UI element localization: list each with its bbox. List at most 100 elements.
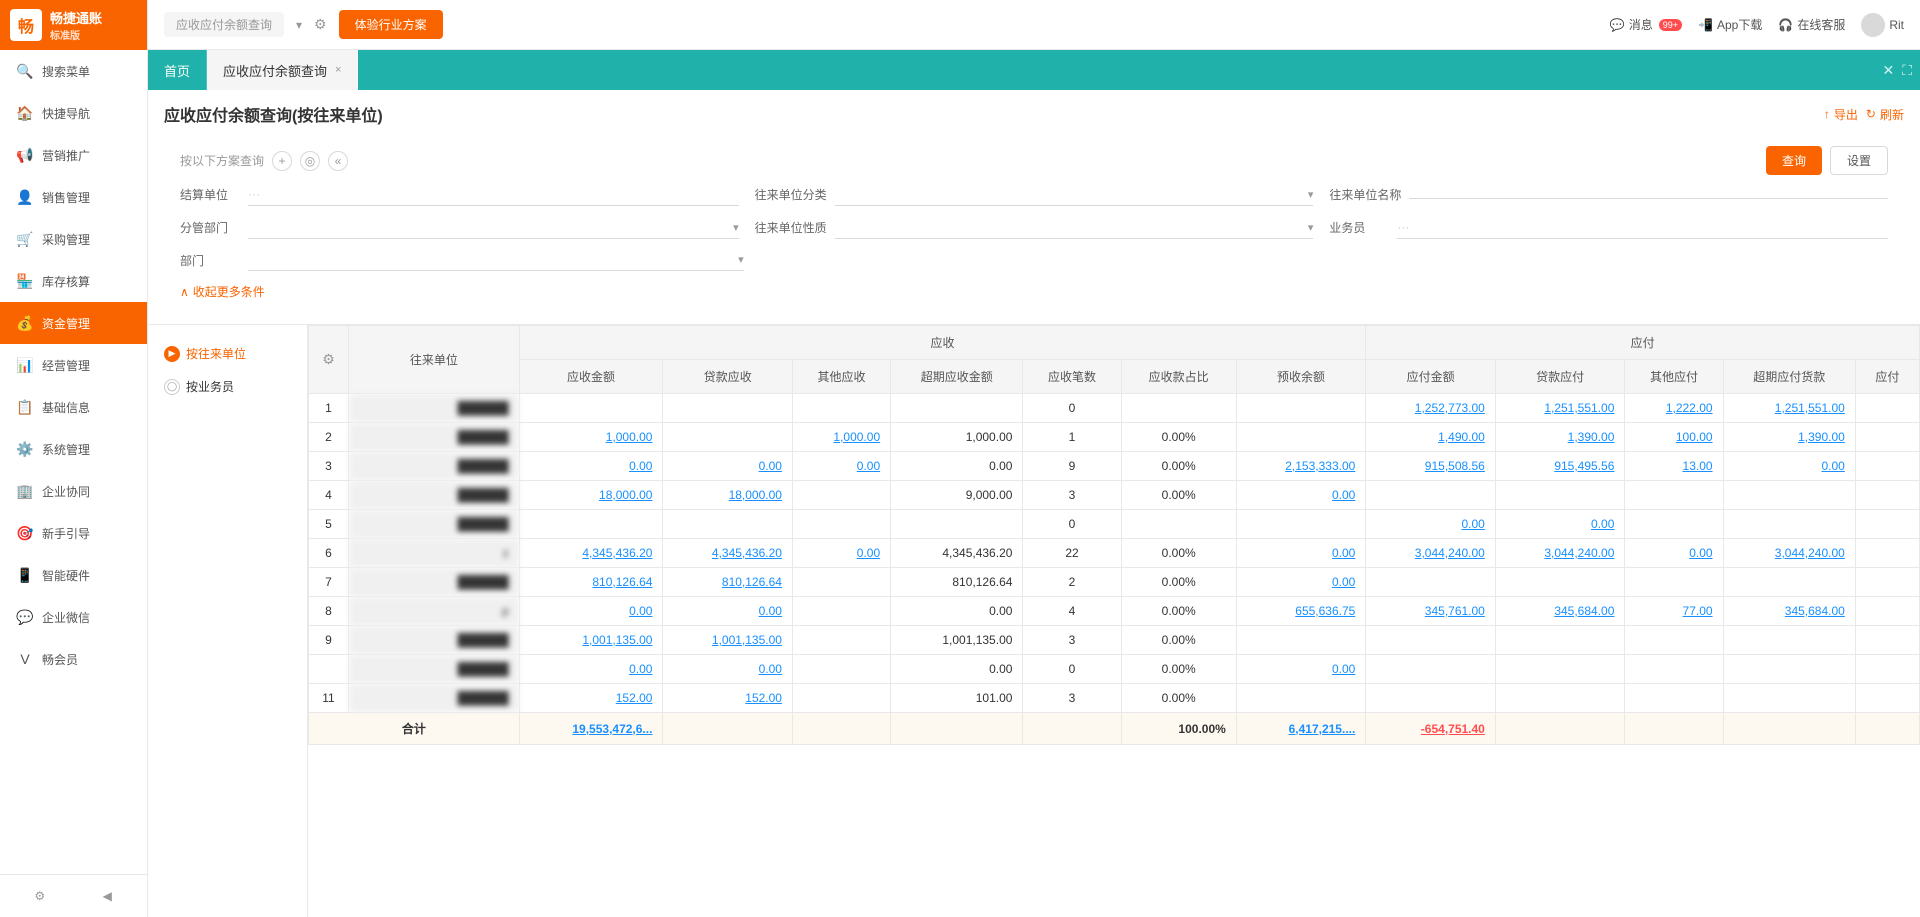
partner-name-cell: p [349, 597, 520, 626]
filter-group-partner-name: 往来单位名称 [1329, 186, 1888, 203]
filter-label: 按以下方案查询 + ◎ « 查询 设置 [180, 146, 1888, 175]
message-btn[interactable]: 💬 消息 99+ [1610, 16, 1682, 33]
sidebar-item-purchase[interactable]: 🛒 采购管理 [0, 218, 147, 260]
logo-icon: 畅 [10, 9, 42, 41]
total-receivable-amount[interactable]: 19,553,472,6... [519, 713, 663, 745]
table-row: 1██████01,252,773.001,251,551.001,222.00… [309, 394, 1920, 423]
tab-home[interactable]: 首页 [148, 50, 207, 90]
th-loan-receivable: 贷款应收 [663, 360, 793, 394]
th-other-payable: 其他应付 [1625, 360, 1723, 394]
th-receivable-group: 应收 [519, 326, 1366, 360]
sidebar-item-wechat[interactable]: 💬 企业微信 [0, 596, 147, 638]
filter-row-2: 分管部门 ▾ 往来单位性质 ▾ 业务员 [180, 216, 1888, 239]
sidebar-bottom: ⚙ ◀ [0, 874, 147, 917]
th-other-receivable: 其他应收 [792, 360, 890, 394]
partner-name-cell: ██████ [349, 568, 520, 597]
online-service-btn[interactable]: 🎧 在线客服 [1778, 16, 1845, 33]
th-loan-payable: 贷款应付 [1495, 360, 1625, 394]
sidebar-item-quick-nav[interactable]: 🏠 快捷导航 [0, 92, 147, 134]
solution-btn[interactable]: 体验行业方案 [339, 10, 443, 39]
dept-manager-select[interactable]: ▾ [248, 217, 739, 239]
table-area: ⚙ 往来单位 应收 应付 [308, 325, 1920, 917]
home-icon: 🏠 [16, 104, 34, 122]
total-label-cell: 合计 [309, 713, 520, 745]
sidebar-item-newbie[interactable]: 🎯 新手引导 [0, 512, 147, 554]
export-btn[interactable]: ↑ 导出 [1824, 106, 1858, 123]
th-receivable-ratio: 应收款占比 [1121, 360, 1236, 394]
query-btn[interactable]: 查询 [1766, 146, 1822, 175]
username: Rit [1889, 18, 1904, 32]
topbar-gear-btn[interactable]: ⚙ [314, 16, 327, 33]
refresh-btn[interactable]: ↻ 刷新 [1866, 106, 1904, 123]
total-prepaid-balance[interactable]: 6,417,215.... [1236, 713, 1366, 745]
sidebar-collapse-btn[interactable]: ◀ [76, 883, 140, 909]
settings-btn[interactable]: 设置 [1830, 146, 1888, 175]
th-settings[interactable]: ⚙ [309, 326, 349, 394]
tab-close-window-btn[interactable]: ✕ [1882, 62, 1894, 79]
sidebar-item-inventory[interactable]: 🏪 库存核算 [0, 260, 147, 302]
partner-name-cell: ██████ [349, 481, 520, 510]
left-panel-item-by-salesman[interactable]: ◯ 按业务员 [148, 370, 307, 403]
table-row: ██████0.000.000.0000.00%0.00 [309, 655, 1920, 684]
partner-name-cell: ██████ [349, 452, 520, 481]
department-select[interactable]: ▾ [248, 249, 744, 271]
export-icon: ↑ [1824, 107, 1830, 121]
sidebar-item-vip[interactable]: V 畅会员 [0, 638, 147, 680]
sidebar-item-sales[interactable]: 👤 销售管理 [0, 176, 147, 218]
sidebar-item-enterprise[interactable]: 🏢 企业协同 [0, 470, 147, 512]
table-row: 9██████1,001,135.001,001,135.001,001,135… [309, 626, 1920, 655]
th-payable-extra: 应付 [1855, 360, 1919, 394]
system-icon: ⚙️ [16, 440, 34, 458]
sidebar: 畅 畅捷通账 标准版 🔍 搜索菜单 🏠 快捷导航 📢 营销推广 👤 销售管理 🛒… [0, 0, 148, 917]
tab-maximize-btn[interactable]: ⛶ [1902, 62, 1912, 79]
topbar-title: 应收应付余额查询 [164, 12, 284, 37]
salesman-input[interactable]: ··· [1397, 216, 1888, 239]
sidebar-item-marketing[interactable]: 📢 营销推广 [0, 134, 147, 176]
sidebar-item-base-info[interactable]: 📋 基础信息 [0, 386, 147, 428]
sidebar-item-operations[interactable]: 📊 经营管理 [0, 344, 147, 386]
partner-name-input[interactable] [1409, 190, 1888, 199]
collapse-more-btn[interactable]: ∧ 收起更多条件 [180, 277, 1888, 306]
page-actions: ↑ 导出 ↻ 刷新 [1824, 106, 1904, 123]
refresh-icon: ↻ [1866, 107, 1876, 121]
logo-main-text: 畅捷通账 [50, 8, 102, 27]
filter-rows: 结算单位 ··· 往来单位分类 ▾ 往来单位名称 [180, 183, 1888, 271]
sidebar-item-smart-hw[interactable]: 📱 智能硬件 [0, 554, 147, 596]
sidebar-item-search-menu[interactable]: 🔍 搜索菜单 [0, 50, 147, 92]
topbar: 应收应付余额查询 ▾ ⚙ 体验行业方案 💬 消息 99+ 📲 App下载 🎧 在… [148, 0, 1920, 50]
topbar-actions: 💬 消息 99+ 📲 App下载 🎧 在线客服 Rit [1610, 13, 1904, 37]
filter-add-btn[interactable]: + [272, 151, 292, 171]
enterprise-icon: 🏢 [16, 482, 34, 500]
sidebar-item-finance[interactable]: 💰 资金管理 [0, 302, 147, 344]
filter-config-btn[interactable]: ◎ [300, 151, 320, 171]
total-payable-amount[interactable]: -654,751.40 [1366, 713, 1496, 745]
topbar-dropdown-btn[interactable]: ▾ [296, 18, 302, 32]
partner-nature-select[interactable]: ▾ [835, 217, 1314, 239]
table-row: 3██████0.000.000.000.0090.00%2,153,333.0… [309, 452, 1920, 481]
tab-active[interactable]: 应收应付余额查询 × [207, 50, 358, 90]
th-prepaid-balance: 预收余额 [1236, 360, 1366, 394]
filter-collapse-left-btn[interactable]: « [328, 151, 348, 171]
page-title: 应收应付余额查询(按往来单位) [164, 102, 383, 126]
total-receivable-ratio: 100.00% [1121, 713, 1236, 745]
partner-name-cell: ██████ [349, 394, 520, 423]
table-row: 2██████1,000.001,000.001,000.0010.00%1,4… [309, 423, 1920, 452]
filter-group-partner-nature: 往来单位性质 ▾ [755, 217, 1314, 239]
sidebar-settings-btn[interactable]: ⚙ [8, 883, 72, 909]
tab-close-btn[interactable]: × [335, 64, 341, 76]
table-row: 8p0.000.000.0040.00%655,636.75345,761.00… [309, 597, 1920, 626]
partner-category-select[interactable]: ▾ [835, 184, 1314, 206]
search-icon: 🔍 [16, 62, 34, 80]
table-settings-icon[interactable]: ⚙ [322, 351, 335, 367]
partner-name-cell: ██████ [349, 510, 520, 539]
settlement-unit-input[interactable]: ··· [248, 183, 739, 206]
user-area[interactable]: Rit [1861, 13, 1904, 37]
marketing-icon: 📢 [16, 146, 34, 164]
wechat-icon: 💬 [16, 608, 34, 626]
filter-group-partner-cat: 往来单位分类 ▾ [755, 184, 1314, 206]
tabbar: 首页 应收应付余额查询 × ✕ ⛶ [148, 50, 1920, 90]
table-total-row: 合计 19,553,472,6... 100.00% 6,417,215....… [309, 713, 1920, 745]
sidebar-item-system[interactable]: ⚙️ 系统管理 [0, 428, 147, 470]
app-download-btn[interactable]: 📲 App下载 [1698, 16, 1762, 33]
left-panel-item-by-partner[interactable]: ▶ 按往来单位 [148, 337, 307, 370]
